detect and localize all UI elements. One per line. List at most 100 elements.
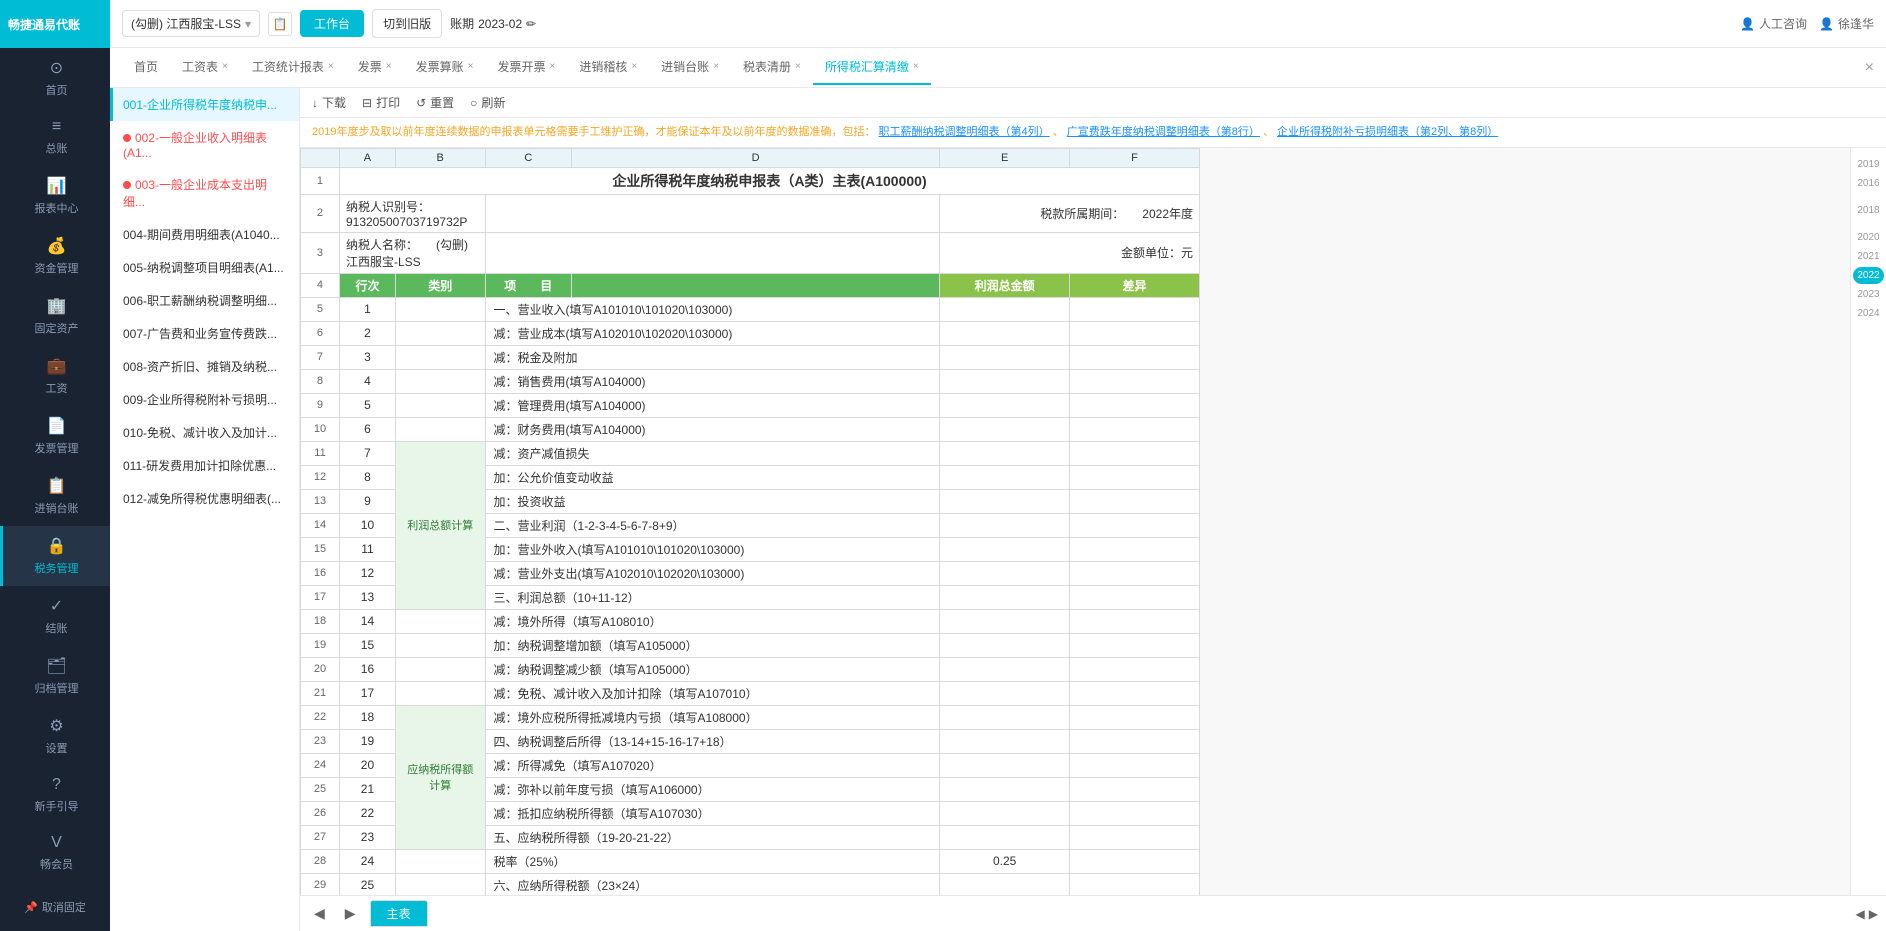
notice-link-1[interactable]: 职工薪酬纳税调整明细表（第4列） bbox=[879, 126, 1050, 138]
sidebar-item-settings[interactable]: ⚙ 设置 bbox=[0, 706, 110, 766]
data-cell[interactable]: 15 bbox=[339, 633, 395, 657]
tab-salary-close[interactable]: × bbox=[222, 61, 228, 72]
data-cell[interactable] bbox=[1070, 825, 1200, 849]
data-cell[interactable] bbox=[1070, 657, 1200, 681]
user-info[interactable]: 👤 徐逢华 bbox=[1819, 15, 1874, 32]
sidebar-item-invoice[interactable]: 📄 发票管理 bbox=[0, 406, 110, 466]
left-panel-item-005[interactable]: 005-纳税调整项目明细表(A1... bbox=[110, 251, 299, 284]
data-cell[interactable]: 1 bbox=[339, 297, 395, 321]
data-cell[interactable] bbox=[940, 345, 1070, 369]
data-cell[interactable] bbox=[1070, 777, 1200, 801]
data-cell[interactable] bbox=[940, 657, 1070, 681]
assistant-button[interactable]: 👤 人工咨询 bbox=[1740, 15, 1807, 32]
tab-invoice[interactable]: 发票 × bbox=[346, 50, 404, 85]
data-cell[interactable] bbox=[1070, 873, 1200, 895]
nav-left-icon[interactable]: ◀ bbox=[308, 903, 331, 924]
data-cell[interactable] bbox=[940, 297, 1070, 321]
left-panel-item-003[interactable]: 003-一般企业成本支出明细... bbox=[110, 168, 299, 218]
tab-invoice-calc-close[interactable]: × bbox=[468, 61, 474, 72]
data-cell[interactable]: 18 bbox=[339, 705, 395, 729]
left-panel-item-001[interactable]: 001-企业所得税年度纳税申... bbox=[110, 88, 299, 121]
data-cell[interactable]: 11 bbox=[339, 537, 395, 561]
data-cell[interactable] bbox=[940, 417, 1070, 441]
nav-right-icon[interactable]: ▶ bbox=[339, 903, 362, 924]
data-cell[interactable] bbox=[1070, 465, 1200, 489]
timeline-2018[interactable]: 2018 bbox=[1853, 202, 1883, 219]
tab-salary-report-close[interactable]: × bbox=[328, 61, 334, 72]
left-panel-item-011[interactable]: 011-研发费用加计扣除优惠... bbox=[110, 449, 299, 482]
data-cell[interactable] bbox=[940, 465, 1070, 489]
sidebar-item-ledger[interactable]: ≡ 总账 bbox=[0, 108, 110, 166]
sidebar-item-close[interactable]: ✓ 结账 bbox=[0, 586, 110, 646]
data-cell[interactable]: 19 bbox=[339, 729, 395, 753]
data-cell[interactable]: 8 bbox=[339, 465, 395, 489]
tab-home[interactable]: 首页 bbox=[122, 50, 170, 85]
company-selector[interactable]: (勾删) 江西服宝-LSS ▾ bbox=[122, 10, 260, 37]
tab-invoice-close[interactable]: × bbox=[386, 61, 392, 72]
data-cell[interactable] bbox=[1070, 681, 1200, 705]
data-cell[interactable]: 20 bbox=[339, 753, 395, 777]
data-cell[interactable] bbox=[940, 753, 1070, 777]
tab-salary-report[interactable]: 工资统计报表 × bbox=[240, 50, 346, 85]
sidebar-item-assets[interactable]: 🏢 固定资产 bbox=[0, 286, 110, 346]
data-cell[interactable]: 2 bbox=[339, 321, 395, 345]
sidebar-item-archive[interactable]: 🗂 归档管理 bbox=[0, 646, 110, 706]
data-cell[interactable]: 4 bbox=[339, 369, 395, 393]
tab-tax-list-close[interactable]: × bbox=[795, 61, 801, 72]
data-cell[interactable] bbox=[1070, 849, 1200, 873]
data-cell[interactable] bbox=[1070, 801, 1200, 825]
data-cell[interactable]: 23 bbox=[339, 825, 395, 849]
data-cell[interactable] bbox=[940, 489, 1070, 513]
data-cell[interactable] bbox=[1070, 513, 1200, 537]
timeline-2024[interactable]: 2024 bbox=[1853, 305, 1883, 322]
sidebar-item-report[interactable]: 📊 报表中心 bbox=[0, 166, 110, 226]
data-cell[interactable] bbox=[940, 609, 1070, 633]
data-cell[interactable] bbox=[1070, 297, 1200, 321]
data-cell[interactable] bbox=[940, 585, 1070, 609]
data-cell[interactable] bbox=[1070, 441, 1200, 465]
sidebar-item-guide[interactable]: ? 新手引导 bbox=[0, 766, 110, 824]
left-panel-item-006[interactable]: 006-职工薪酬纳税调整明细... bbox=[110, 284, 299, 317]
data-cell[interactable] bbox=[1070, 369, 1200, 393]
data-cell[interactable] bbox=[940, 321, 1070, 345]
data-cell[interactable]: 9 bbox=[339, 489, 395, 513]
data-cell[interactable]: 7 bbox=[339, 441, 395, 465]
period-edit-icon[interactable]: ✏ bbox=[526, 17, 536, 31]
left-panel-item-004[interactable]: 004-期间费用明细表(A1040... bbox=[110, 218, 299, 251]
left-panel-item-010[interactable]: 010-免税、减计收入及加计... bbox=[110, 416, 299, 449]
data-cell[interactable]: 14 bbox=[339, 609, 395, 633]
sidebar-item-tax[interactable]: 🔒 税务管理 bbox=[0, 526, 110, 586]
data-cell[interactable]: 21 bbox=[339, 777, 395, 801]
sheet-main[interactable]: A B C D E F 1 企业所 bbox=[300, 148, 1850, 896]
tab-invoice-open-close[interactable]: × bbox=[549, 61, 555, 72]
tab-income-tax-close[interactable]: × bbox=[913, 61, 919, 72]
timeline-2021[interactable]: 2021 bbox=[1853, 248, 1883, 265]
sheet-tab-main[interactable]: 主表 bbox=[370, 900, 428, 927]
data-cell[interactable] bbox=[1070, 753, 1200, 777]
data-cell[interactable] bbox=[940, 873, 1070, 895]
tab-income-tax[interactable]: 所得税汇算清缴 × bbox=[813, 50, 931, 85]
data-cell[interactable]: 5 bbox=[339, 393, 395, 417]
data-cell[interactable] bbox=[1070, 393, 1200, 417]
data-cell[interactable] bbox=[1070, 609, 1200, 633]
data-cell[interactable] bbox=[940, 441, 1070, 465]
tab-invoice-open[interactable]: 发票开票 × bbox=[485, 50, 567, 85]
timeline-2016[interactable]: 2016 bbox=[1853, 175, 1883, 192]
notice-link-2[interactable]: 广宣费跌年度纳税调整明细表（第8行） bbox=[1067, 126, 1260, 138]
data-cell[interactable] bbox=[1070, 633, 1200, 657]
data-cell[interactable] bbox=[1070, 705, 1200, 729]
data-cell[interactable] bbox=[940, 369, 1070, 393]
close-all-tabs-button[interactable]: × bbox=[1865, 59, 1874, 77]
refresh-button[interactable]: ○ 刷新 bbox=[470, 94, 505, 111]
sidebar-item-funds[interactable]: 💰 资金管理 bbox=[0, 226, 110, 286]
print-button[interactable]: ⊟ 打印 bbox=[362, 94, 400, 111]
data-cell[interactable] bbox=[1070, 729, 1200, 753]
left-panel-item-007[interactable]: 007-广告费和业务宣传费跌... bbox=[110, 317, 299, 350]
data-cell[interactable] bbox=[1070, 321, 1200, 345]
data-cell[interactable] bbox=[940, 777, 1070, 801]
data-cell[interactable] bbox=[940, 801, 1070, 825]
data-cell[interactable] bbox=[940, 633, 1070, 657]
data-cell[interactable] bbox=[940, 705, 1070, 729]
data-cell[interactable]: 13 bbox=[339, 585, 395, 609]
timeline-2022[interactable]: 2022 bbox=[1853, 267, 1883, 284]
